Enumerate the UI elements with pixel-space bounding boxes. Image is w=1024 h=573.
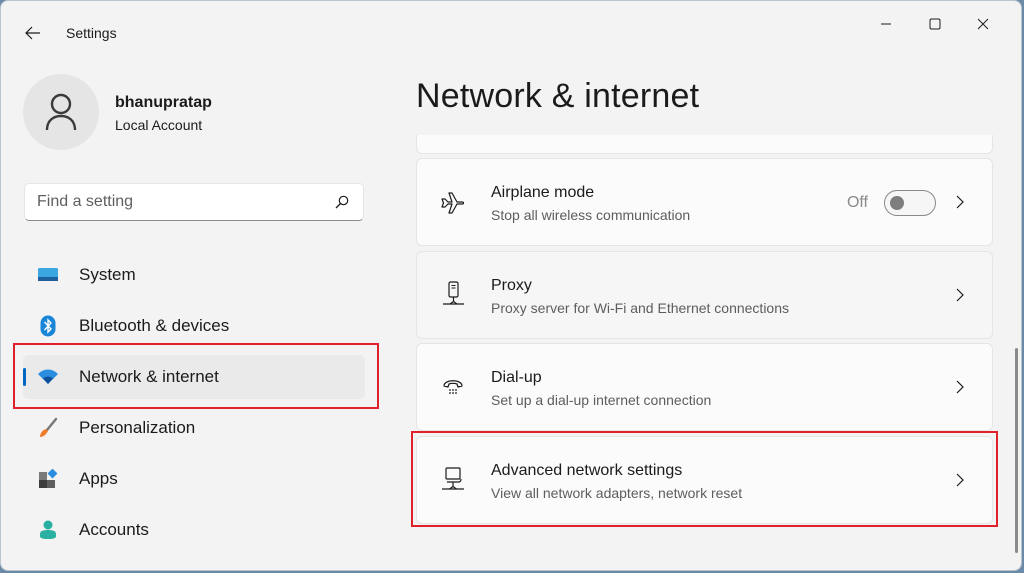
proxy-server-icon (439, 281, 467, 309)
arrow-left-icon (25, 26, 40, 40)
search-box[interactable] (24, 183, 364, 221)
sidebar-item-label: Network & internet (79, 367, 219, 386)
bluetooth-icon (37, 315, 59, 337)
minimize-button[interactable] (863, 9, 909, 39)
person-icon (37, 519, 59, 541)
person-outline-icon (45, 93, 77, 131)
card-title: Dial-up (491, 369, 542, 386)
card-description: Proxy server for Wi-Fi and Ethernet conn… (491, 300, 790, 316)
avatar[interactable] (23, 74, 99, 150)
minimize-icon (881, 23, 891, 25)
sidebar-item-network-internet[interactable]: Network & internet (23, 355, 365, 399)
sidebar-item-bluetooth-devices[interactable]: Bluetooth & devices (23, 304, 365, 348)
card-dial-up[interactable]: Dial-up Set up a dial-up internet connec… (416, 343, 993, 431)
airplane-mode-toggle[interactable] (884, 190, 936, 216)
card-description: Set up a dial-up internet connection (491, 392, 712, 408)
sidebar-item-system[interactable]: System (23, 253, 365, 297)
network-computer-icon (439, 466, 467, 494)
apps-icon (37, 468, 59, 490)
chevron-right-icon (952, 472, 968, 488)
card-description: View all network adapters, network reset (491, 485, 743, 501)
active-indicator (23, 368, 26, 386)
chevron-right-icon (952, 287, 968, 303)
toggle-state-label: Off (846, 194, 868, 211)
sidebar-item-label: Accounts (79, 520, 149, 539)
card-advanced-network-settings[interactable]: Advanced network settings View all netwo… (416, 436, 993, 524)
maximize-icon (929, 18, 941, 30)
sidebar-item-label: System (79, 265, 136, 284)
wifi-icon (37, 366, 59, 388)
card-airplane-mode[interactable]: Airplane mode Stop all wireless communic… (416, 158, 993, 246)
scrollbar-thumb[interactable] (1015, 348, 1018, 553)
card-description: Stop all wireless communication (491, 207, 691, 223)
search-icon[interactable] (333, 193, 351, 211)
close-button[interactable] (960, 9, 1006, 39)
sidebar-item-label: Personalization (79, 418, 196, 437)
sidebar-item-personalization[interactable]: Personalization (23, 406, 365, 450)
dialup-phone-icon (439, 373, 467, 401)
card-title: Airplane mode (491, 184, 595, 201)
partial-card[interactable] (416, 135, 993, 154)
sidebar-item-label: Apps (79, 469, 118, 488)
chevron-right-icon (952, 379, 968, 395)
sidebar-item-apps[interactable]: Apps (23, 457, 365, 501)
sidebar-item-accounts[interactable]: Accounts (23, 508, 365, 552)
card-title: Proxy (491, 277, 532, 294)
airplane-icon (439, 188, 467, 216)
page-title: Network & internet (416, 77, 700, 115)
app-title: Settings (66, 25, 117, 41)
maximize-button[interactable] (912, 9, 958, 39)
card-title: Advanced network settings (491, 462, 683, 479)
search-input[interactable] (37, 193, 333, 211)
close-icon (977, 18, 989, 30)
system-icon (37, 264, 59, 286)
user-name: bhanupratap (115, 94, 212, 111)
chevron-right-icon (952, 194, 968, 210)
card-proxy[interactable]: Proxy Proxy server for Wi-Fi and Etherne… (416, 251, 993, 339)
settings-window: Settings bhanupratap Local Account Syste… (0, 0, 1022, 571)
back-button[interactable] (21, 21, 45, 45)
toggle-knob (890, 196, 904, 210)
brush-icon (37, 417, 59, 439)
account-type: Local Account (115, 117, 203, 133)
sidebar-item-label: Bluetooth & devices (79, 316, 230, 335)
